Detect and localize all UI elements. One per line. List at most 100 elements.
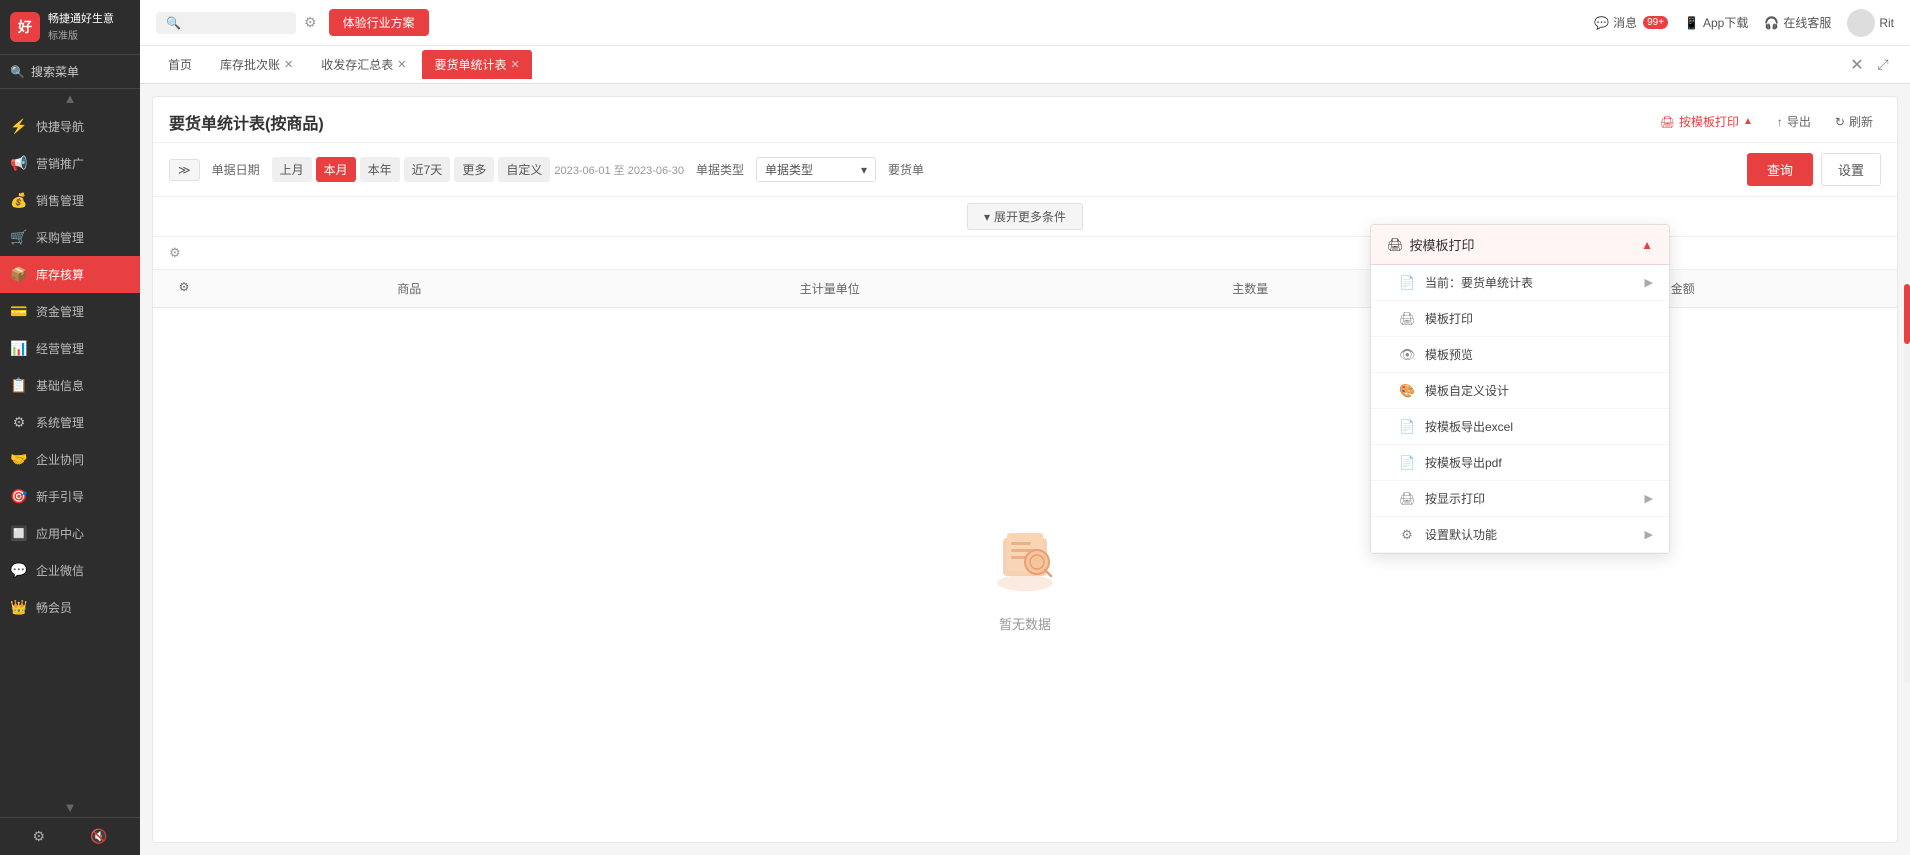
- sidebar-item-operations[interactable]: 📊 经营管理: [0, 330, 140, 367]
- chevron-down-icon: ▾: [861, 163, 867, 177]
- tabs-close-all-btn[interactable]: ✕: [1846, 54, 1868, 76]
- filter-expand-icon[interactable]: ≫: [169, 159, 200, 181]
- print-template-btn[interactable]: 🖨 按模板打印 ▲: [1652, 109, 1761, 134]
- main-content: 🔍 ⚙ 体验行业方案 💬 消息 99+ 📱 App下载 🎧 在线客服 Rit: [140, 0, 1910, 855]
- sidebar-item-label: 资金管理: [36, 303, 84, 320]
- inventory-icon: 📦: [10, 266, 28, 283]
- topbar-search-area: 🔍 ⚙: [156, 12, 317, 34]
- dropdown-printer-icon: 🖨: [1387, 237, 1404, 253]
- sidebar-item-newbie[interactable]: 🎯 新手引导: [0, 478, 140, 515]
- filter-prev-month[interactable]: 上月: [272, 157, 312, 182]
- th-unit: 主计量单位: [620, 270, 1041, 307]
- filter-custom[interactable]: 自定义: [498, 157, 550, 182]
- type-filter-dropdown[interactable]: 单据类型 ▾: [756, 157, 876, 182]
- tab-close-icon[interactable]: ✕: [511, 58, 520, 71]
- user-area[interactable]: Rit: [1847, 9, 1894, 37]
- message-icon: 💬: [1594, 16, 1609, 30]
- online-service-label: 在线客服: [1783, 14, 1831, 31]
- filter-more[interactable]: 更多: [454, 157, 494, 182]
- member-icon: 👑: [10, 599, 28, 616]
- chevron-right-icon: ▶: [1645, 276, 1653, 289]
- expand-more-btn[interactable]: ▾ 展开更多条件: [967, 203, 1083, 230]
- sidebar-item-base-info[interactable]: 📋 基础信息: [0, 367, 140, 404]
- marketing-icon: 📢: [10, 155, 28, 172]
- template-custom-icon: 🎨: [1399, 383, 1415, 399]
- refresh-label: 刷新: [1849, 113, 1873, 130]
- dropdown-export-excel[interactable]: 📄 按模板导出excel: [1371, 409, 1669, 445]
- filter-this-year[interactable]: 本年: [360, 157, 400, 182]
- tab-batch-account[interactable]: 库存批次账 ✕: [208, 50, 305, 79]
- topbar-search-box[interactable]: 🔍: [156, 12, 296, 34]
- dropdown-template-custom[interactable]: 🎨 模板自定义设计: [1371, 373, 1669, 409]
- expand-more-label: 展开更多条件: [994, 208, 1066, 225]
- download-icon: 📱: [1684, 16, 1699, 30]
- sidebar-item-wechat[interactable]: 💬 企业微信: [0, 552, 140, 589]
- dropdown-default-func[interactable]: ⚙ 设置默认功能 ▶: [1371, 517, 1669, 553]
- sidebar-item-quick-nav[interactable]: ⚡ 快捷导航: [0, 108, 140, 145]
- trial-btn[interactable]: 体验行业方案: [329, 9, 429, 36]
- sidebar-item-label: 销售管理: [36, 192, 84, 209]
- tab-close-icon[interactable]: ✕: [284, 58, 293, 71]
- sidebar-item-system[interactable]: ⚙ 系统管理: [0, 404, 140, 441]
- sidebar-item-app-center[interactable]: 🔲 应用中心: [0, 515, 140, 552]
- dropdown-current-label: 当前：要货单统计表: [1425, 274, 1533, 291]
- sidebar-item-label: 库存核算: [36, 266, 84, 283]
- template-preview-label: 模板预览: [1425, 346, 1473, 363]
- dropdown-display-print[interactable]: 🖨 按显示打印 ▶: [1371, 481, 1669, 517]
- sidebar-audio-icon[interactable]: 🔇: [90, 828, 107, 845]
- tab-receipt-summary[interactable]: 收发存汇总表 ✕: [309, 50, 418, 79]
- right-scrollbar[interactable]: [1904, 284, 1910, 684]
- operations-icon: 📊: [10, 340, 28, 357]
- app-download-btn[interactable]: 📱 App下载: [1684, 14, 1748, 31]
- tab-order-stats[interactable]: 要货单统计表 ✕: [422, 50, 531, 79]
- messages-btn[interactable]: 💬 消息 99+: [1594, 14, 1668, 31]
- refresh-icon: ↻: [1835, 115, 1845, 129]
- online-service-btn[interactable]: 🎧 在线客服: [1764, 14, 1831, 31]
- date-filter-group: 上月 本月 本年 近7天 更多 自定义 2023-06-01 至 2023-06…: [272, 157, 684, 182]
- sidebar-scroll-up[interactable]: ▲: [0, 89, 140, 108]
- finance-icon: 💳: [10, 303, 28, 320]
- sidebar-item-finance[interactable]: 💳 资金管理: [0, 293, 140, 330]
- filter-last-7days[interactable]: 近7天: [404, 157, 451, 182]
- filter-this-month[interactable]: 本月: [316, 157, 356, 182]
- sidebar-item-collab[interactable]: 🤝 企业协同: [0, 441, 140, 478]
- export-pdf-label: 按模板导出pdf: [1425, 454, 1502, 471]
- topbar-gear-icon[interactable]: ⚙: [304, 14, 317, 31]
- sidebar-item-label: 系统管理: [36, 414, 84, 431]
- sidebar-item-inventory[interactable]: 📦 库存核算: [0, 256, 140, 293]
- sidebar-item-marketing[interactable]: 📢 营销推广: [0, 145, 140, 182]
- dropdown-header[interactable]: 🖨 按模板打印 ▲: [1371, 225, 1669, 265]
- sidebar-item-label: 基础信息: [36, 377, 84, 394]
- settings-btn[interactable]: 设置: [1821, 153, 1881, 186]
- sidebar-search[interactable]: 🔍 搜索菜单: [0, 55, 140, 89]
- sidebar-settings-icon[interactable]: ⚙: [33, 828, 46, 845]
- sidebar-item-sales[interactable]: 💰 销售管理: [0, 182, 140, 219]
- th-product: 商品: [199, 270, 620, 307]
- dropdown-template-preview[interactable]: 👁 模板预览: [1371, 337, 1669, 373]
- sidebar-item-label: 企业协同: [36, 451, 84, 468]
- tab-close-icon[interactable]: ✕: [397, 58, 406, 71]
- dropdown-template-print[interactable]: 🖨 模板打印: [1371, 301, 1669, 337]
- empty-text: 暂无数据: [999, 614, 1051, 633]
- default-func-icon: ⚙: [1399, 527, 1415, 543]
- export-excel-label: 按模板导出excel: [1425, 418, 1513, 435]
- query-btn[interactable]: 查询: [1747, 153, 1813, 186]
- dropdown-current-template[interactable]: 📄 当前：要货单统计表 ▶: [1371, 265, 1669, 301]
- topbar: 🔍 ⚙ 体验行业方案 💬 消息 99+ 📱 App下载 🎧 在线客服 Rit: [140, 0, 1910, 46]
- page-content: 要货单统计表(按商品) 🖨 按模板打印 ▲ ↑ 导出 ↻ 刷新: [140, 84, 1910, 855]
- refresh-btn[interactable]: ↻ 刷新: [1827, 109, 1881, 134]
- export-btn[interactable]: ↑ 导出: [1769, 109, 1819, 134]
- messages-badge: 99+: [1643, 16, 1668, 29]
- chevron-up-icon: ▲: [1743, 116, 1753, 127]
- app-center-icon: 🔲: [10, 525, 28, 542]
- sidebar-item-purchase[interactable]: 🛒 采购管理: [0, 219, 140, 256]
- tabs-expand-btn[interactable]: ⤢: [1872, 54, 1894, 76]
- col-unit-label: 主计量单位: [800, 282, 860, 296]
- tab-home[interactable]: 首页: [156, 50, 204, 79]
- sidebar-scroll-down[interactable]: ▼: [0, 798, 140, 817]
- dropdown-export-pdf[interactable]: 📄 按模板导出pdf: [1371, 445, 1669, 481]
- sidebar-item-member[interactable]: 👑 畅会员: [0, 589, 140, 626]
- tabs-right: ✕ ⤢: [1846, 54, 1894, 76]
- table-settings-icon[interactable]: ⚙: [169, 245, 181, 261]
- chevron-right-icon: ▶: [1645, 528, 1653, 541]
